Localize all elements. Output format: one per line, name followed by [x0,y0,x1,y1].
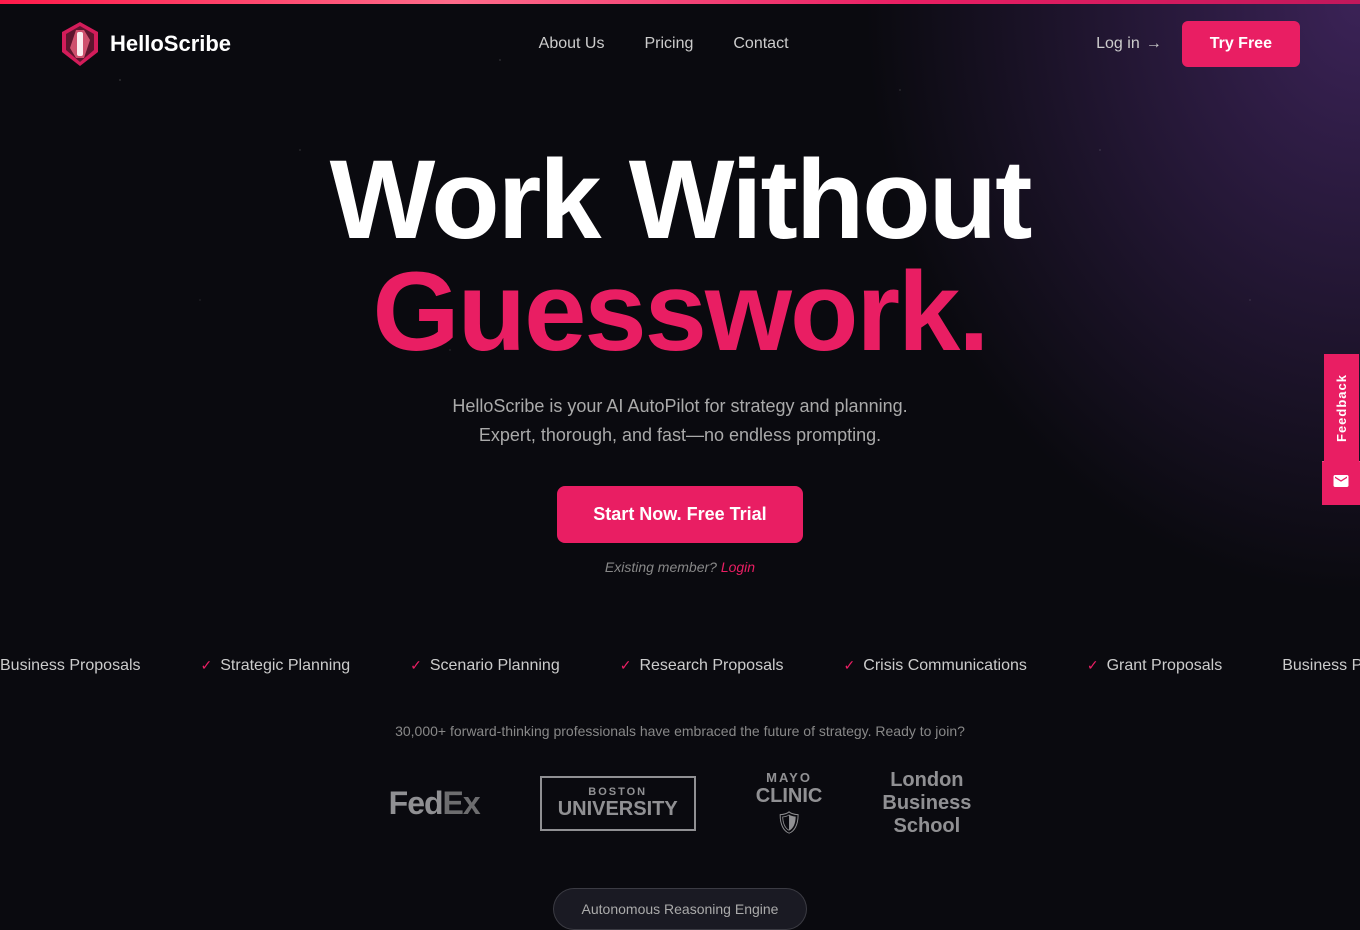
tag-label: Strategic Planning [220,657,350,675]
hero-section: Work Without Guesswork. HelloScribe is y… [0,84,1360,615]
nav-pricing[interactable]: Pricing [644,35,693,53]
tag-label: Research Proposals [639,657,783,675]
start-now-button[interactable]: Start Now. Free Trial [557,486,802,543]
hero-subtitle: HelloScribe is your AI AutoPilot for str… [40,392,1320,450]
tag-check-icon: ✓ [1087,657,1099,674]
logo-icon [60,22,100,66]
tag-item: ✓ Strategic Planning [201,657,351,675]
login-link[interactable]: Login [721,559,755,575]
tag-label: Business Proposals [0,657,141,675]
nav-links: About Us Pricing Contact [539,35,789,53]
tag-check-icon: ✓ [620,657,632,674]
mail-icon [1332,472,1350,490]
autonomous-badge: Autonomous Reasoning Engine [553,888,808,930]
logo-text: HelloScribe [110,31,231,57]
hero-title-line1: Work Without [40,144,1320,256]
tag-item: ✓ Scenario Planning [410,657,560,675]
bottom-section: Autonomous Reasoning Engine [0,888,1360,930]
tag-label: Grant Proposals [1107,657,1223,675]
login-arrow: → [1146,35,1162,53]
nav-contact[interactable]: Contact [733,35,788,53]
feedback-sidebar: Feedback [1322,354,1360,506]
login-button[interactable]: Log in → [1096,35,1162,53]
fedex-logo: FedEx [389,785,480,822]
tag-label: Crisis Communications [863,657,1027,675]
existing-label: Existing member? [605,559,717,575]
tag-check-icon: ✓ [410,657,422,674]
login-label: Log in [1096,35,1140,53]
try-free-button[interactable]: Try Free [1182,21,1300,67]
tags-row: Business Proposals ✓ Strategic Planning ✓ Sc… [0,645,1360,687]
logo[interactable]: HelloScribe [60,22,231,66]
hero-title-line2: Guesswork. [40,256,1320,368]
boston-university-logo: BOSTON UNIVERSITY [540,776,696,831]
nav-right: Log in → Try Free [1096,21,1300,67]
hero-subtitle-line2: Expert, thorough, and fast—no endless pr… [40,421,1320,450]
tag-item: ✓ Research Proposals [620,657,784,675]
london-business-school-logo: London Business School [882,769,971,838]
tag-item: ✓ Crisis Communications [844,657,1027,675]
tag-item: Business Proposals [1282,657,1360,675]
nav-about-us[interactable]: About Us [539,35,605,53]
logos-row: FedEx BOSTON UNIVERSITY MAYO CLINIC 🛡 Lo… [0,769,1360,838]
tag-label: Business Proposals [1282,657,1360,675]
social-proof-text: 30,000+ forward-thinking professionals h… [395,723,965,739]
mayo-clinic-logo: MAYO CLINIC 🛡 [756,770,823,836]
tag-item: ✓ Grant Proposals [1087,657,1222,675]
feedback-tab[interactable]: Feedback [1324,354,1359,462]
tags-inner: Business Proposals ✓ Strategic Planning ✓ Sc… [0,657,1360,675]
existing-member: Existing member? Login [40,559,1320,575]
tag-label: Scenario Planning [430,657,560,675]
social-proof: 30,000+ forward-thinking professionals h… [0,723,1360,739]
navbar: HelloScribe About Us Pricing Contact Log… [0,4,1360,84]
tag-check-icon: ✓ [844,657,856,674]
tag-check-icon: ✓ [201,657,213,674]
hero-subtitle-line1: HelloScribe is your AI AutoPilot for str… [40,392,1320,421]
tag-item: Business Proposals [0,657,141,675]
feedback-icon[interactable] [1322,461,1360,505]
